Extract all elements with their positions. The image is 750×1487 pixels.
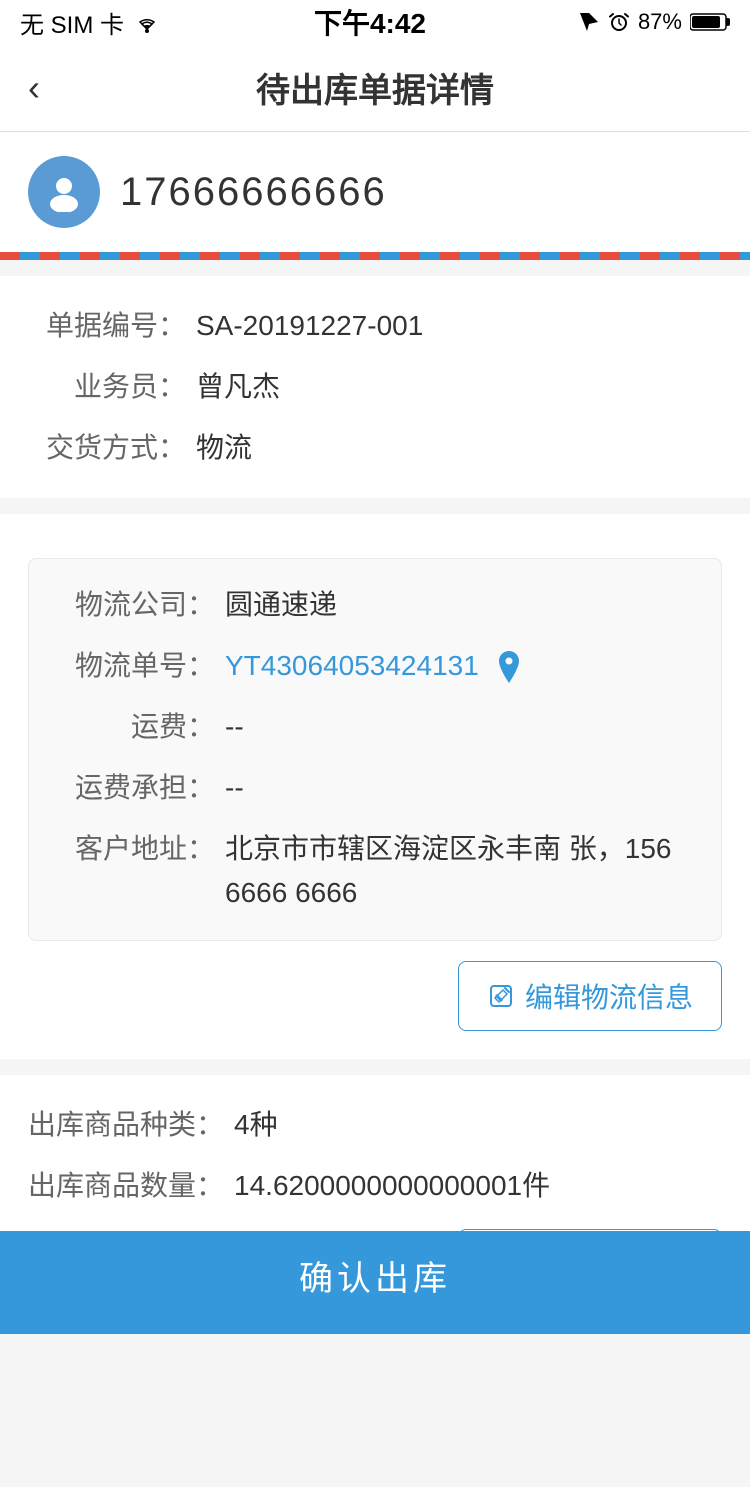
freight-bearer-row: 运费承担： -- [57,766,693,811]
location-pin-icon[interactable] [491,649,527,685]
address-label: 客户地址： [57,827,225,872]
nav-bar: ‹ 待出库单据详情 [0,44,750,132]
status-bar: 无 SIM 卡 下午4:42 87% [0,0,750,44]
basic-info-section: 单据编号： SA-20191227-001 业务员： 曾凡杰 交货方式： 物流 [0,276,750,498]
freight-bearer-value: -- [225,766,693,811]
sales-person-label: 业务员： [28,365,196,410]
avatar [28,156,100,228]
back-button[interactable]: ‹ [28,67,40,109]
doc-no-label: 单据编号： [28,304,196,349]
goods-types-label: 出库商品种类： [28,1103,234,1148]
status-time: 下午4:42 [314,2,426,42]
user-icon [44,172,84,212]
battery-text: 87% [638,9,682,35]
sales-person-value: 曾凡杰 [196,365,722,410]
sales-person-row: 业务员： 曾凡杰 [28,365,722,410]
company-label: 物流公司： [57,583,225,628]
edit-logistics-label: 编辑物流信息 [525,976,693,1016]
dashed-divider [0,252,750,260]
company-row: 物流公司： 圆通速递 [57,583,693,628]
delivery-method-label: 交货方式： [28,426,196,471]
address-row: 客户地址： 北京市市辖区海淀区永丰南 张，156 6666 6666 [57,827,693,917]
address-value: 北京市市辖区海淀区永丰南 张，156 6666 6666 [225,827,693,917]
contact-phone: 17666666666 [120,170,387,215]
edit-logistics-button[interactable]: 编辑物流信息 [458,961,722,1031]
location-service-icon [578,11,600,33]
freight-row: 运费： -- [57,705,693,750]
carrier-text: 无 SIM 卡 [20,5,124,40]
logistics-section: 物流公司： 圆通速递 物流单号： YT43064053424131 运费： --… [0,514,750,1059]
goods-types-value: 4种 [234,1103,722,1148]
goods-quantity-row: 出库商品数量： 14.6200000000000001件 [28,1164,722,1209]
tracking-no-label: 物流单号： [57,644,225,689]
goods-quantity-value: 14.6200000000000001件 [234,1164,722,1209]
logistics-card: 物流公司： 圆通速递 物流单号： YT43064053424131 运费： --… [28,558,722,941]
delivery-method-value: 物流 [196,426,722,471]
delivery-method-row: 交货方式： 物流 [28,426,722,471]
tracking-no-row: 物流单号： YT43064053424131 [57,644,693,689]
confirm-outbound-button[interactable]: 确认出库 [0,1251,750,1300]
edit-btn-row: 编辑物流信息 [28,961,722,1031]
confirm-btn-container: 确认出库 [0,1231,750,1334]
freight-bearer-label: 运费承担： [57,766,225,811]
page-title: 待出库单据详情 [256,63,494,112]
goods-types-row: 出库商品种类： 4种 [28,1103,722,1148]
goods-quantity-label: 出库商品数量： [28,1164,234,1209]
freight-value: -- [225,705,693,750]
doc-no-value: SA-20191227-001 [196,304,722,349]
alarm-icon [608,11,630,33]
freight-label: 运费： [57,705,225,750]
tracking-no-value[interactable]: YT43064053424131 [225,644,693,689]
contact-header: 17666666666 [0,132,750,252]
battery-icon [690,12,730,32]
company-value: 圆通速递 [225,583,693,628]
doc-no-row: 单据编号： SA-20191227-001 [28,304,722,349]
status-left: 无 SIM 卡 [20,5,162,40]
wifi-icon [132,11,162,33]
status-right: 87% [578,9,730,35]
edit-icon [487,982,515,1010]
